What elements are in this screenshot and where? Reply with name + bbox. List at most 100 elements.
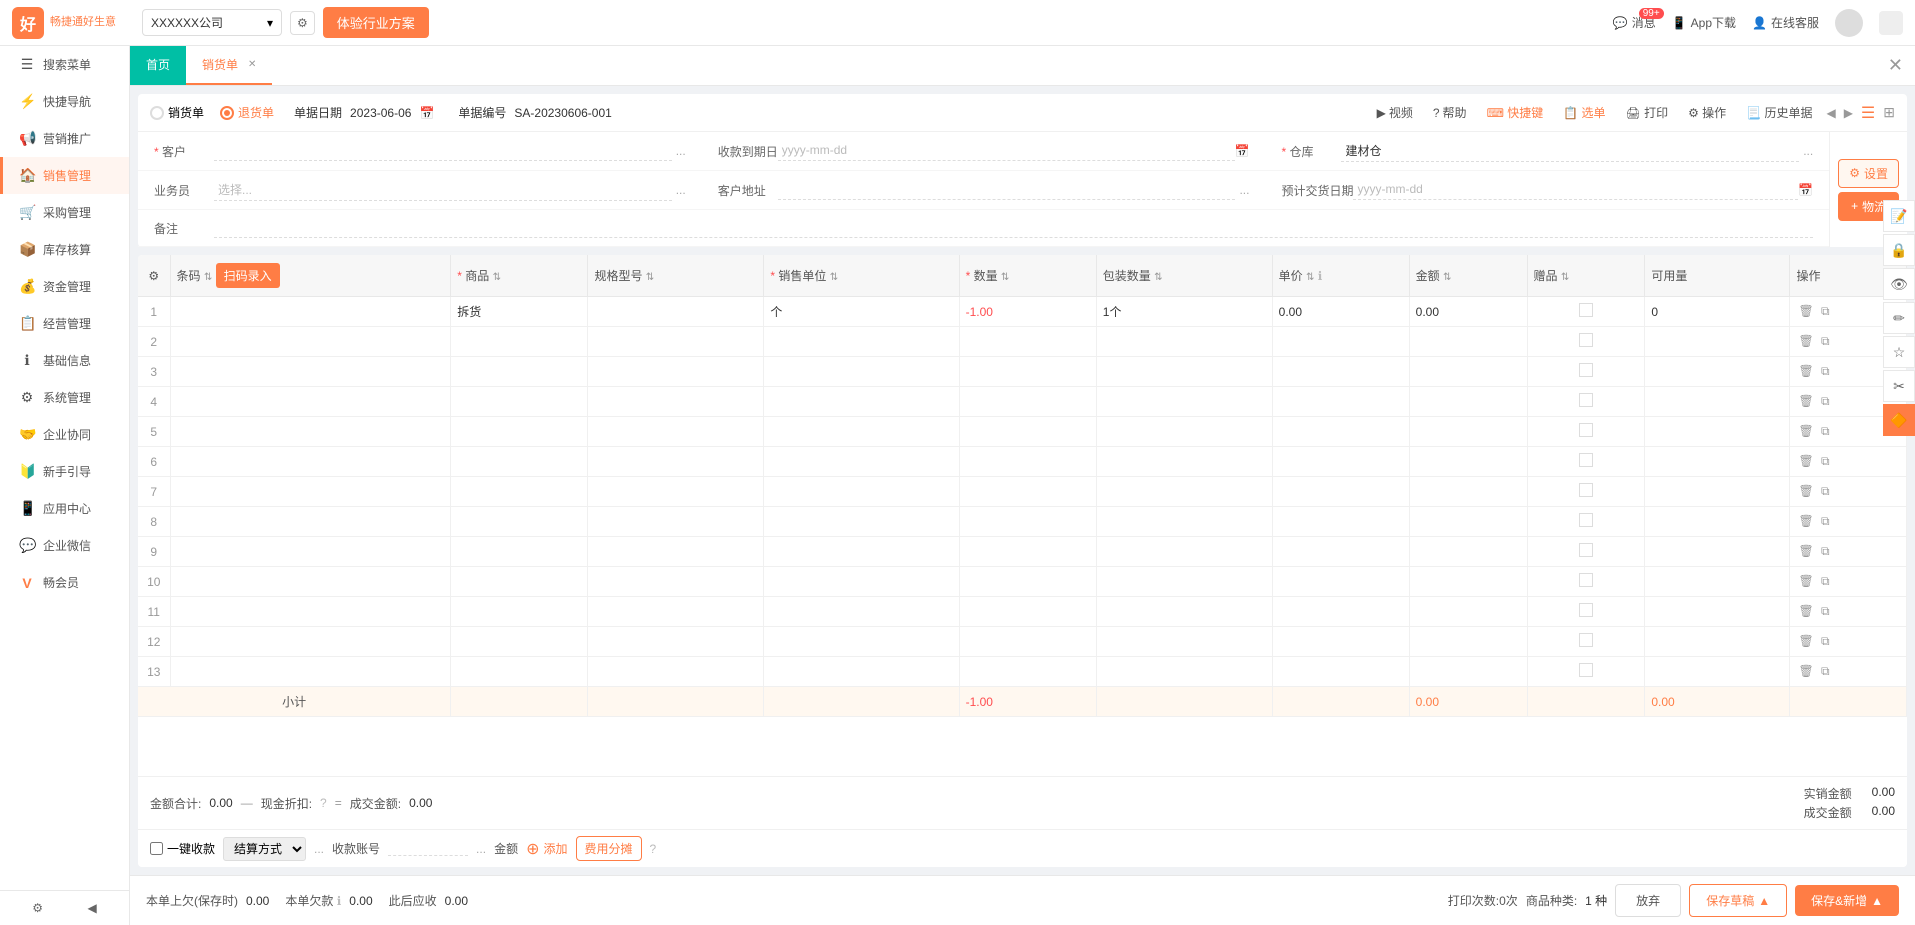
radio-sales-order[interactable]: 销货单 — [150, 104, 204, 121]
copy-row-button[interactable]: ⧉ — [1819, 332, 1832, 350]
unit-cell[interactable] — [764, 417, 959, 447]
pack-qty-cell[interactable] — [1096, 447, 1272, 477]
barcode-cell[interactable] — [170, 567, 451, 597]
spec-cell[interactable] — [588, 597, 764, 627]
product-cell[interactable] — [451, 537, 588, 567]
copy-row-button[interactable]: ⧉ — [1819, 542, 1832, 560]
experience-button[interactable]: 体验行业方案 — [323, 7, 429, 38]
gift-checkbox[interactable] — [1579, 363, 1593, 377]
float-btn-orange[interactable]: 🔶 — [1883, 404, 1915, 436]
delete-row-button[interactable]: 🗑 — [1796, 422, 1815, 440]
print-btn[interactable]: 🖨 打印 — [1620, 102, 1675, 123]
spec-cell[interactable] — [588, 657, 764, 687]
radio-return-order[interactable]: 退货单 — [220, 104, 274, 121]
expected-calendar-icon[interactable]: 📅 — [1798, 183, 1813, 197]
sidebar-item-shortcut[interactable]: ⚡ 快捷导航 — [0, 83, 129, 120]
unit-cell[interactable] — [764, 387, 959, 417]
sidebar-item-inventory[interactable]: 📦 库存核算 — [0, 231, 129, 268]
product-cell[interactable] — [451, 657, 588, 687]
save-new-button[interactable]: 保存&新增 ▲ — [1795, 885, 1899, 916]
unit-price-cell[interactable] — [1272, 507, 1409, 537]
qty-cell[interactable] — [959, 447, 1096, 477]
col-settings[interactable]: ⚙ — [138, 255, 170, 297]
tab-sales-order[interactable]: 销货单 ✕ — [186, 46, 272, 85]
product-cell[interactable] — [451, 627, 588, 657]
unit-cell[interactable] — [764, 657, 959, 687]
pack-qty-cell[interactable] — [1096, 597, 1272, 627]
spec-cell[interactable] — [588, 387, 764, 417]
window-close-button[interactable]: ✕ — [1876, 55, 1915, 76]
unit-cell[interactable] — [764, 567, 959, 597]
qty-cell[interactable] — [959, 597, 1096, 627]
barcode-cell[interactable] — [170, 597, 451, 627]
unit-cell[interactable] — [764, 507, 959, 537]
unit-price-cell[interactable] — [1272, 417, 1409, 447]
question-icon[interactable]: ? — [320, 796, 327, 810]
amount-cell[interactable] — [1409, 507, 1527, 537]
barcode-cell[interactable] — [170, 537, 451, 567]
delete-row-button[interactable]: 🗑 — [1796, 302, 1815, 320]
gift-cell[interactable] — [1527, 327, 1645, 357]
tab-close-icon[interactable]: ✕ — [248, 59, 256, 70]
spec-cell[interactable] — [588, 537, 764, 567]
barcode-cell[interactable] — [170, 297, 451, 327]
sidebar-item-basic[interactable]: ℹ 基础信息 — [0, 342, 129, 379]
spec-cell[interactable] — [588, 447, 764, 477]
expense-split-button[interactable]: 费用分摊 — [576, 836, 642, 861]
copy-row-button[interactable]: ⧉ — [1819, 572, 1832, 590]
sidebar-item-purchase[interactable]: 🛒 采购管理 — [0, 194, 129, 231]
pack-qty-cell[interactable] — [1096, 567, 1272, 597]
user-avatar[interactable] — [1835, 9, 1863, 37]
gift-cell[interactable] — [1527, 657, 1645, 687]
gift-checkbox[interactable] — [1579, 483, 1593, 497]
sidebar-item-enterprise[interactable]: 🤝 企业协同 — [0, 416, 129, 453]
product-cell[interactable] — [451, 507, 588, 537]
unit-price-cell[interactable] — [1272, 657, 1409, 687]
delete-row-button[interactable]: 🗑 — [1796, 362, 1815, 380]
gift-cell[interactable] — [1527, 537, 1645, 567]
warehouse-input[interactable]: 建材仓 — [1341, 140, 1799, 162]
amount-cell[interactable] — [1409, 477, 1527, 507]
gift-cell[interactable] — [1527, 597, 1645, 627]
gift-checkbox[interactable] — [1579, 633, 1593, 647]
help-btn[interactable]: ? 帮助 — [1427, 102, 1473, 123]
qty-cell[interactable] — [959, 537, 1096, 567]
delete-row-button[interactable]: 🗑 — [1796, 572, 1815, 590]
list-view-btn[interactable]: ☰ — [1861, 103, 1875, 123]
calc-method-select[interactable]: 结算方式 — [223, 837, 306, 861]
amount-cell[interactable] — [1409, 417, 1527, 447]
gift-checkbox[interactable] — [1579, 333, 1593, 347]
delete-row-button[interactable]: 🗑 — [1796, 392, 1815, 410]
unit-cell[interactable] — [764, 537, 959, 567]
sidebar-item-finance[interactable]: 💰 资金管理 — [0, 268, 129, 305]
operation-btn[interactable]: ⚙ 操作 — [1682, 102, 1732, 123]
delete-row-button[interactable]: 🗑 — [1796, 512, 1815, 530]
online-service-button[interactable]: 👤 在线客服 — [1752, 14, 1819, 31]
unit-cell[interactable] — [764, 597, 959, 627]
qty-cell[interactable] — [959, 357, 1096, 387]
account-dots[interactable]: ... — [476, 842, 486, 856]
expected-date-input[interactable]: yyyy-mm-dd — [1353, 180, 1798, 200]
qty-cell[interactable] — [959, 627, 1096, 657]
barcode-cell[interactable] — [170, 507, 451, 537]
copy-row-button[interactable]: ⧉ — [1819, 392, 1832, 410]
amount-cell[interactable] — [1409, 657, 1527, 687]
barcode-cell[interactable] — [170, 447, 451, 477]
spec-cell[interactable] — [588, 297, 764, 327]
settings-button[interactable]: ⚙ 设置 — [1838, 159, 1899, 188]
pack-qty-cell[interactable] — [1096, 327, 1272, 357]
customer-input[interactable] — [214, 141, 672, 161]
salesman-select-btn[interactable]: ... — [676, 183, 686, 197]
product-cell[interactable] — [451, 357, 588, 387]
delete-row-button[interactable]: 🗑 — [1796, 602, 1815, 620]
product-cell[interactable] — [451, 417, 588, 447]
product-cell[interactable] — [451, 447, 588, 477]
unit-price-cell[interactable] — [1272, 477, 1409, 507]
spec-cell[interactable] — [588, 627, 764, 657]
qty-cell[interactable] — [959, 387, 1096, 417]
add-payment-btn[interactable]: ⊕ 添加 — [526, 839, 567, 859]
gift-checkbox[interactable] — [1579, 303, 1593, 317]
pack-qty-cell[interactable] — [1096, 627, 1272, 657]
product-cell[interactable] — [451, 567, 588, 597]
amount-cell[interactable] — [1409, 537, 1527, 567]
